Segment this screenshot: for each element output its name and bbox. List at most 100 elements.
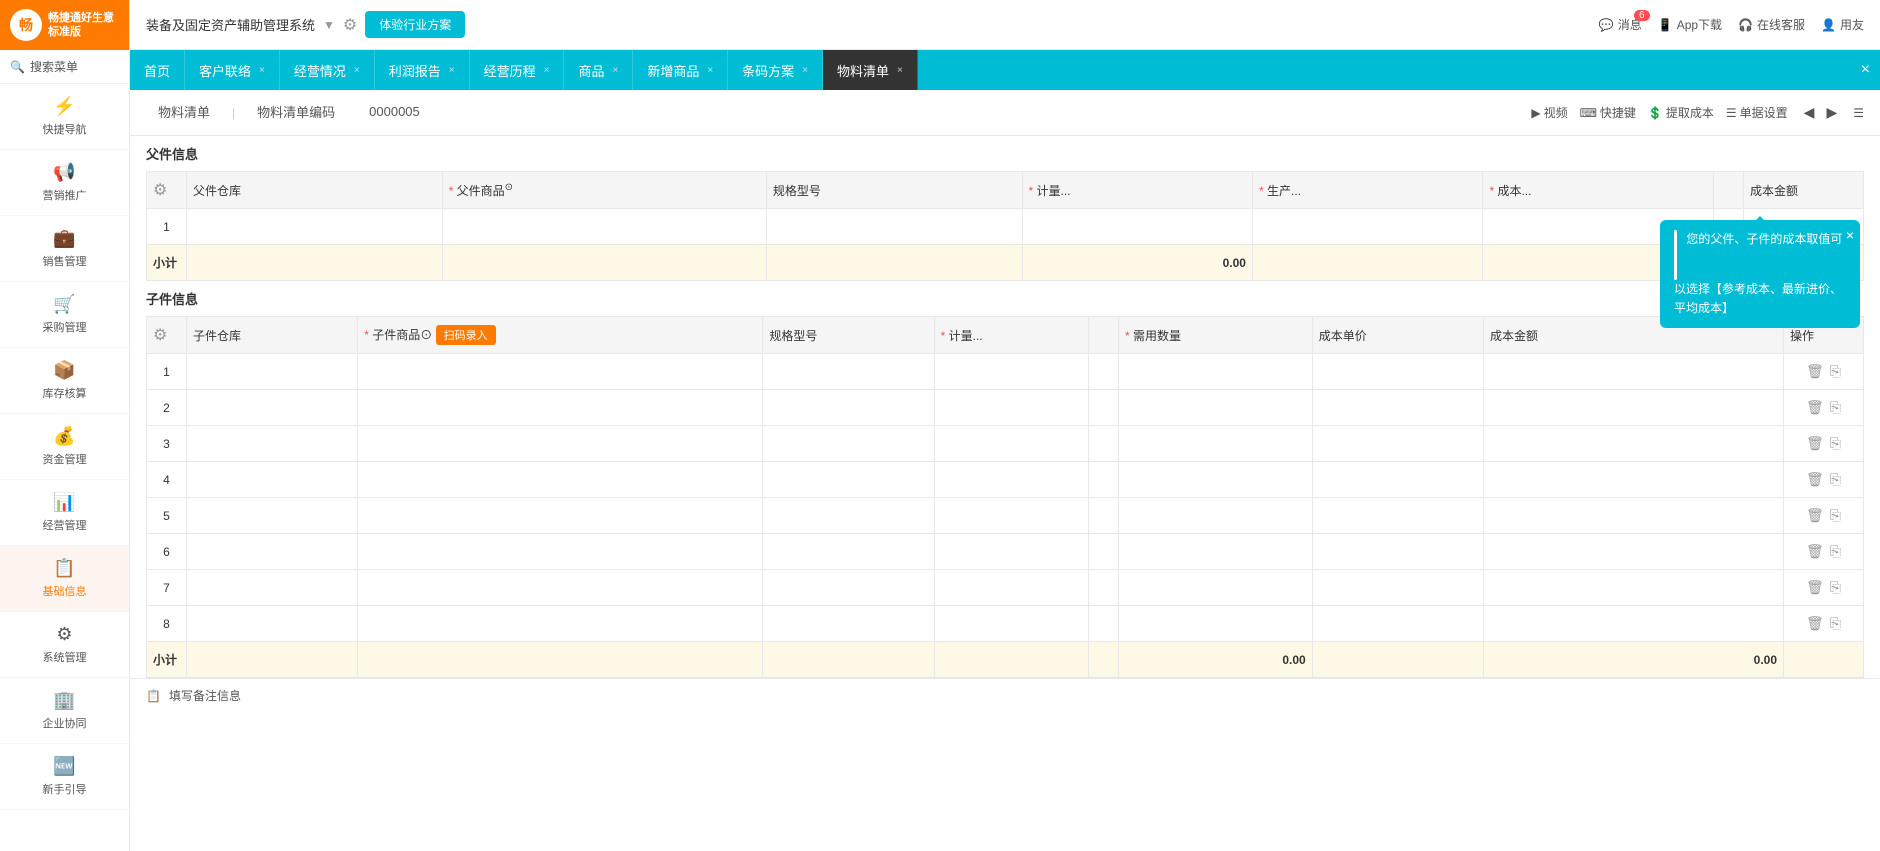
child-goods-cell-0[interactable] [358,354,763,390]
copy-icon-6[interactable]: ⎘ [1830,579,1841,596]
child-warehouse-cell-1[interactable] [187,390,358,426]
child-needed-qty-cell-5[interactable] [1119,534,1313,570]
sidebar-item-operations[interactable]: 📊 经营管理 [0,480,129,546]
child-needed-qty-cell-6[interactable] [1119,570,1313,606]
delete-icon-0[interactable]: 🗑 [1806,363,1824,380]
sidebar-item-finance[interactable]: 💰 资金管理 [0,414,129,480]
sidebar-item-inventory[interactable]: 📦 库存核算 [0,348,129,414]
child-quantity-cell-3[interactable] [934,462,1088,498]
child-needed-qty-cell-3[interactable] [1119,462,1313,498]
sub-tab-bom-number[interactable]: 0000005 [357,100,432,125]
copy-icon-0[interactable]: ⎘ [1830,363,1841,380]
parent-production-cell[interactable] [1252,209,1482,245]
copy-icon-3[interactable]: ⎘ [1830,471,1841,488]
child-spec-cell-2[interactable] [763,426,934,462]
parent-quantity-cell[interactable] [1022,209,1252,245]
child-unit-cost-cell-2[interactable] [1312,426,1483,462]
child-unit-cost-cell-5[interactable] [1312,534,1483,570]
single-settings-button[interactable]: ☰ 单据设置 [1726,104,1788,121]
child-quantity-cell-4[interactable] [934,498,1088,534]
child-goods-cell-5[interactable] [358,534,763,570]
tab-barcode-close[interactable]: × [802,65,808,76]
child-warehouse-cell-3[interactable] [187,462,358,498]
tab-profit[interactable]: 利润报告 × [375,50,470,90]
tab-history[interactable]: 经营历程 × [470,50,565,90]
delete-icon-3[interactable]: 🗑 [1806,471,1824,488]
delete-icon-6[interactable]: 🗑 [1806,579,1824,596]
child-needed-qty-cell-4[interactable] [1119,498,1313,534]
app-download-button[interactable]: 📱 App下载 [1658,16,1722,33]
search-menu[interactable]: 🔍 搜索菜单 [0,50,129,84]
child-spec-cell-1[interactable] [763,390,934,426]
message-button[interactable]: 💬 消息 6 [1599,16,1642,33]
child-quantity-cell-0[interactable] [934,354,1088,390]
child-goods-cell-1[interactable] [358,390,763,426]
delete-icon-1[interactable]: 🗑 [1806,399,1824,416]
dropdown-arrow-icon[interactable]: ▼ [323,18,335,32]
child-unit-cost-cell-7[interactable] [1312,606,1483,642]
view-toggle-icon[interactable]: ☰ [1853,106,1864,120]
copy-icon-4[interactable]: ⎘ [1830,507,1841,524]
copy-icon-5[interactable]: ⎘ [1830,543,1841,560]
tab-customer[interactable]: 客户联络 × [185,50,280,90]
parent-spec-cell[interactable] [766,209,1022,245]
sidebar-item-system[interactable]: ⚙ 系统管理 [0,612,129,678]
tab-customer-close[interactable]: × [259,65,265,76]
tab-new-goods-close[interactable]: × [707,65,713,76]
sidebar-item-quick-nav[interactable]: ⚡ 快捷导航 [0,84,129,150]
sidebar-item-enterprise[interactable]: 🏢 企业协同 [0,678,129,744]
child-goods-cell-3[interactable] [358,462,763,498]
delete-icon-2[interactable]: 🗑 [1806,435,1824,452]
child-warehouse-cell-7[interactable] [187,606,358,642]
tab-bom-close[interactable]: × [897,65,903,76]
video-button[interactable]: ▶ 视频 [1531,104,1567,121]
child-needed-qty-cell-2[interactable] [1119,426,1313,462]
tab-operations[interactable]: 经营情况 × [280,50,375,90]
child-needed-qty-cell-0[interactable] [1119,354,1313,390]
child-spec-cell-7[interactable] [763,606,934,642]
child-goods-cell-4[interactable] [358,498,763,534]
child-spec-cell-4[interactable] [763,498,934,534]
child-spec-cell-5[interactable] [763,534,934,570]
child-goods-cell-6[interactable] [358,570,763,606]
child-quantity-cell-1[interactable] [934,390,1088,426]
tab-operations-close[interactable]: × [354,65,360,76]
parent-col-settings[interactable]: ⚙ [147,172,187,209]
child-settings-gear-icon[interactable]: ⚙ [153,327,167,344]
user-button[interactable]: 👤 用友 [1821,16,1864,33]
child-spec-cell-0[interactable] [763,354,934,390]
sidebar-item-marketing[interactable]: 📢 营销推广 [0,150,129,216]
child-warehouse-cell-6[interactable] [187,570,358,606]
child-quantity-cell-7[interactable] [934,606,1088,642]
child-needed-qty-cell-1[interactable] [1119,390,1313,426]
tab-goods[interactable]: 商品 × [564,50,633,90]
delete-icon-7[interactable]: 🗑 [1806,615,1824,632]
child-quantity-cell-2[interactable] [934,426,1088,462]
child-warehouse-cell-0[interactable] [187,354,358,390]
child-warehouse-cell-2[interactable] [187,426,358,462]
child-unit-cost-cell-3[interactable] [1312,462,1483,498]
settings-icon[interactable]: ⚙ [343,15,357,35]
tab-home[interactable]: 首页 [130,50,185,90]
next-arrow-button[interactable]: ▶ [1822,102,1841,123]
copy-icon-7[interactable]: ⎘ [1830,615,1841,632]
shortcut-button[interactable]: ⌨ 快捷键 [1580,104,1636,121]
child-spec-cell-6[interactable] [763,570,934,606]
child-unit-cost-cell-4[interactable] [1312,498,1483,534]
parent-goods-cell[interactable] [442,209,766,245]
child-unit-cost-cell-0[interactable] [1312,354,1483,390]
trial-button[interactable]: 体验行业方案 [365,11,465,38]
delete-icon-5[interactable]: 🗑 [1806,543,1824,560]
child-warehouse-cell-5[interactable] [187,534,358,570]
tab-bom[interactable]: 物料清单 × [823,50,918,90]
child-quantity-cell-6[interactable] [934,570,1088,606]
child-quantity-cell-5[interactable] [934,534,1088,570]
child-unit-cost-cell-1[interactable] [1312,390,1483,426]
child-goods-cell-7[interactable] [358,606,763,642]
copy-icon-2[interactable]: ⎘ [1830,435,1841,452]
child-goods-cell-2[interactable] [358,426,763,462]
child-spec-cell-3[interactable] [763,462,934,498]
sidebar-item-purchase[interactable]: 🛒 采购管理 [0,282,129,348]
parent-warehouse-cell[interactable] [187,209,443,245]
tooltip-close-button[interactable]: × [1846,224,1854,246]
